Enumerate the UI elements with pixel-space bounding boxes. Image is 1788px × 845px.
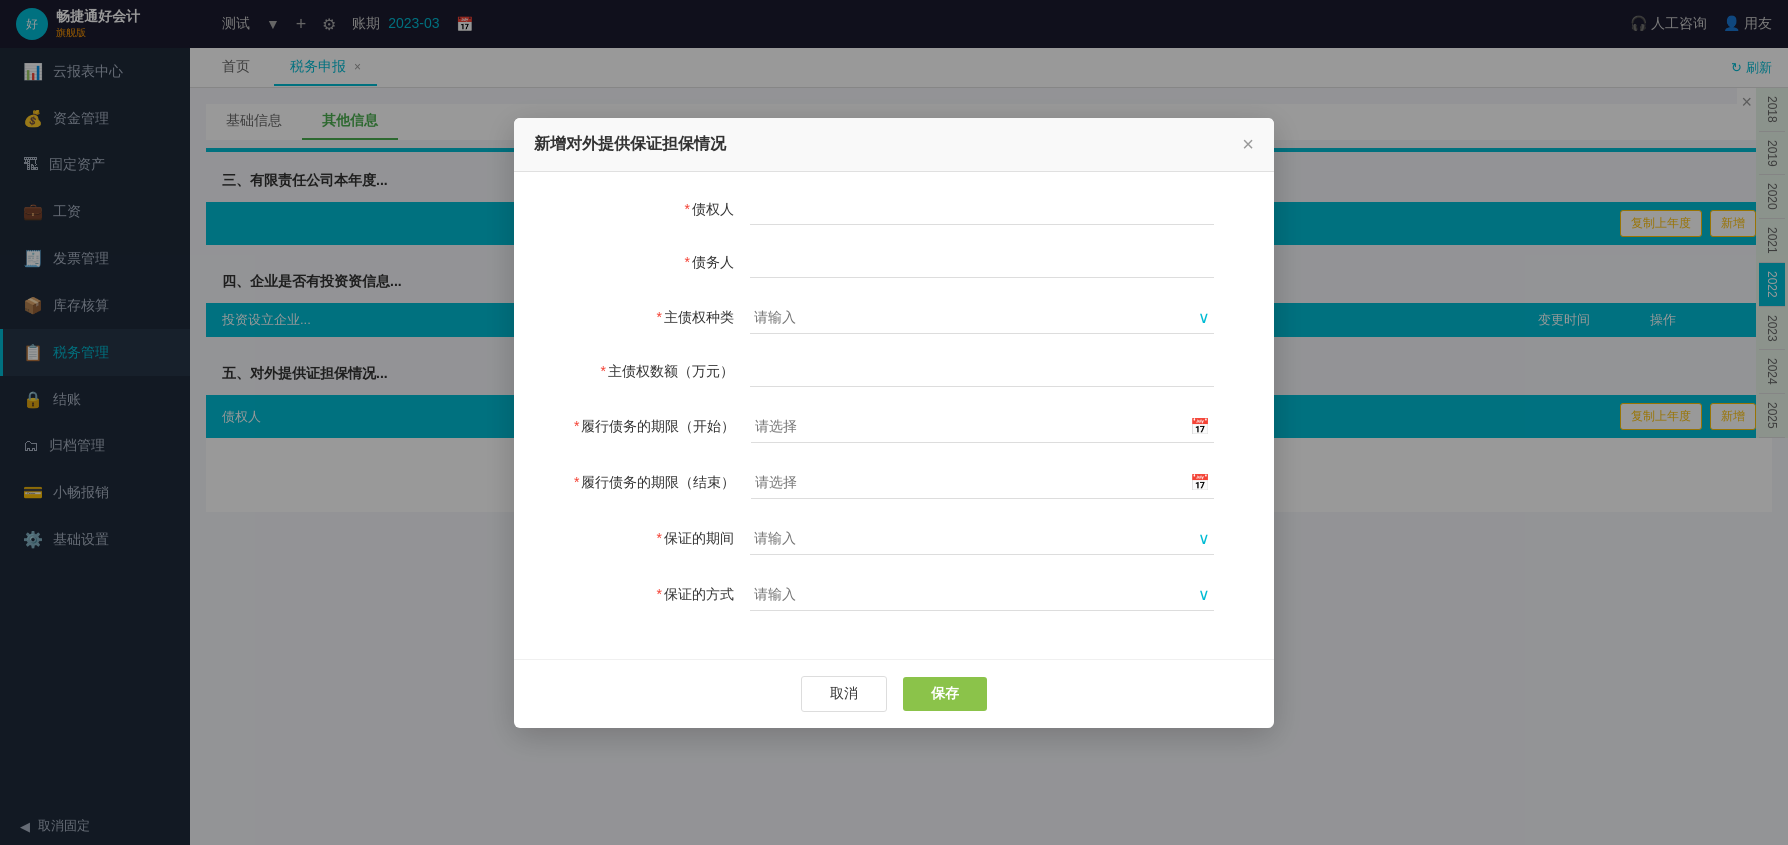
debtor-label: *债务人 <box>574 254 734 272</box>
modal-body: *债权人 *债务人 *主债权种类 ∨ <box>514 172 1274 659</box>
form-row-guarantee-period: *保证的期间 ∨ <box>574 523 1214 555</box>
calendar-start-icon[interactable]: 📅 <box>1190 417 1210 436</box>
period-end-input[interactable] <box>755 474 1190 490</box>
period-end-label: *履行债务的期限（结束） <box>574 474 735 492</box>
guarantee-period-label: *保证的期间 <box>574 530 734 548</box>
claim-type-input[interactable] <box>754 309 1198 325</box>
guarantee-period-input[interactable] <box>754 530 1198 546</box>
creditor-input[interactable] <box>750 196 1214 225</box>
form-row-period-end: *履行债务的期限（结束） 📅 <box>574 467 1214 499</box>
claim-type-select[interactable]: ∨ <box>750 302 1214 334</box>
calendar-end-icon[interactable]: 📅 <box>1190 473 1210 492</box>
chevron-down-icon-3: ∨ <box>1198 585 1210 604</box>
form-row-creditor: *债权人 <box>574 196 1214 225</box>
modal-header: 新增对外提供保证担保情况 × <box>514 118 1274 172</box>
modal-close-button[interactable]: × <box>1242 134 1254 154</box>
claim-type-label: *主债权种类 <box>574 309 734 327</box>
chevron-down-icon: ∨ <box>1198 308 1210 327</box>
period-end-date[interactable]: 📅 <box>751 467 1214 499</box>
claim-amount-label: *主债权数额（万元） <box>574 363 734 381</box>
save-button[interactable]: 保存 <box>903 677 987 711</box>
modal-title: 新增对外提供保证担保情况 <box>534 134 726 155</box>
form-row-period-start: *履行债务的期限（开始） 📅 <box>574 411 1214 443</box>
guarantee-method-input[interactable] <box>754 586 1198 602</box>
guarantee-period-select[interactable]: ∨ <box>750 523 1214 555</box>
modal-overlay: 新增对外提供保证担保情况 × *债权人 *债务人 * <box>0 0 1788 845</box>
creditor-label: *债权人 <box>574 201 734 219</box>
form-row-claim-amount: *主债权数额（万元） <box>574 358 1214 387</box>
modal-dialog: 新增对外提供保证担保情况 × *债权人 *债务人 * <box>514 118 1274 728</box>
modal-footer: 取消 保存 <box>514 659 1274 728</box>
form-row-debtor: *债务人 <box>574 249 1214 278</box>
form-row-claim-type: *主债权种类 ∨ <box>574 302 1214 334</box>
period-start-label: *履行债务的期限（开始） <box>574 418 735 436</box>
claim-amount-input[interactable] <box>750 358 1214 387</box>
chevron-down-icon-2: ∨ <box>1198 529 1210 548</box>
cancel-button[interactable]: 取消 <box>801 676 887 712</box>
period-start-input[interactable] <box>755 418 1190 434</box>
guarantee-method-label: *保证的方式 <box>574 586 734 604</box>
guarantee-method-select[interactable]: ∨ <box>750 579 1214 611</box>
form-row-guarantee-method: *保证的方式 ∨ <box>574 579 1214 611</box>
debtor-input[interactable] <box>750 249 1214 278</box>
period-start-date[interactable]: 📅 <box>751 411 1214 443</box>
